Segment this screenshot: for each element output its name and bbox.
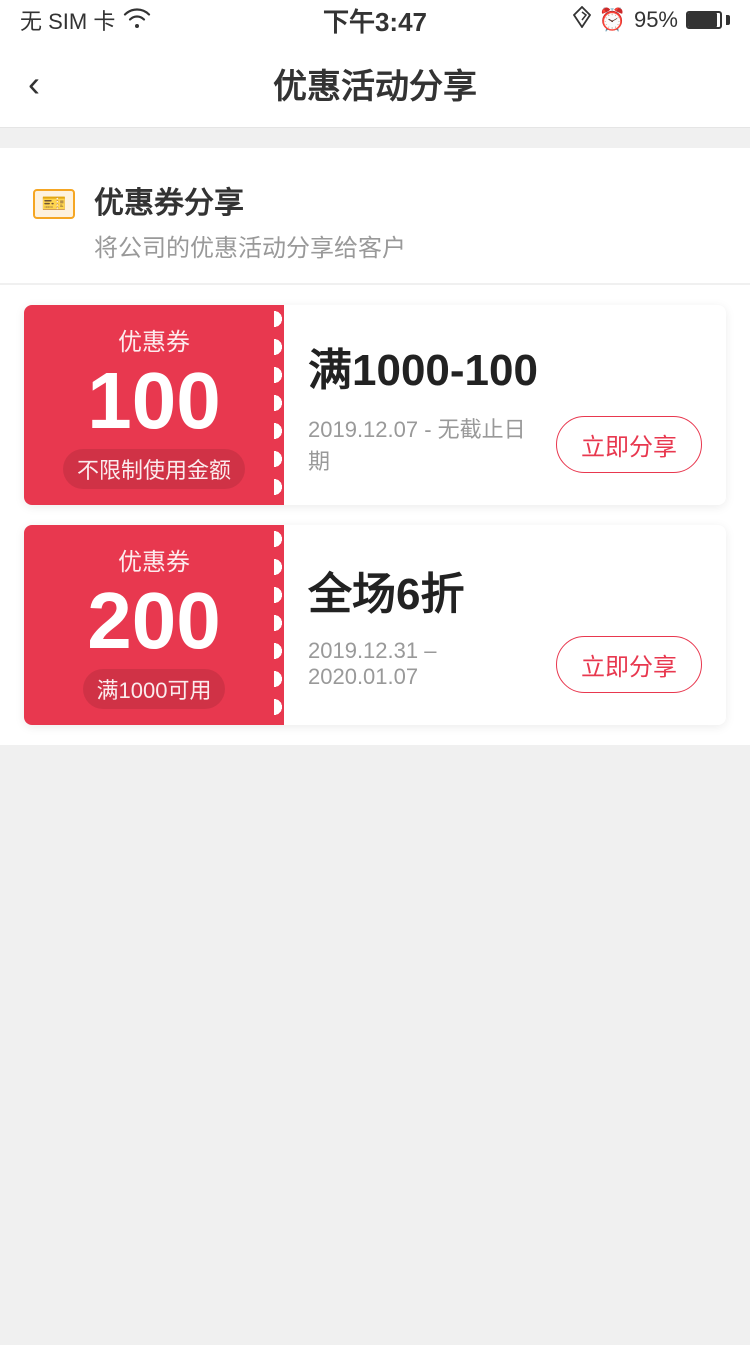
nav-bar: ‹ 优惠活动分享 bbox=[0, 40, 750, 128]
share-button-2[interactable]: 立即分享 bbox=[556, 636, 702, 693]
coupon-date-2: 2019.12.31 – 2020.01.07 bbox=[308, 638, 546, 690]
battery-text: 95% bbox=[634, 7, 678, 33]
section-text-group: 优惠券分享 将公司的优惠活动分享给客户 bbox=[94, 178, 406, 263]
carrier-text: 无 SIM 卡 bbox=[20, 4, 115, 36]
coupon-name-2: 全场6折 bbox=[308, 558, 702, 622]
coupon-condition-1: 不限制使用金额 bbox=[63, 449, 245, 489]
section-header: 🎫 优惠券分享 将公司的优惠活动分享给客户 bbox=[0, 148, 750, 283]
location-icon bbox=[573, 6, 591, 34]
coupon-card: 优惠券 100 不限制使用金额 满1000-100 2019.12.07 - 无… bbox=[24, 305, 726, 505]
coupon-date-row-2: 2019.12.31 – 2020.01.07 立即分享 bbox=[308, 636, 702, 693]
coupon-date-1: 2019.12.07 - 无截止日期 bbox=[308, 412, 546, 476]
coupon-date-row-1: 2019.12.07 - 无截止日期 立即分享 bbox=[308, 412, 702, 476]
alarm-icon: ⏰ bbox=[599, 7, 626, 33]
coupon-name-1: 满1000-100 bbox=[308, 334, 702, 398]
coupon-amount-2: 200 bbox=[87, 581, 220, 661]
battery-icon bbox=[686, 11, 730, 29]
coupon-amount-1: 100 bbox=[87, 361, 220, 441]
section-title: 优惠券分享 bbox=[94, 178, 406, 222]
bottom-area bbox=[0, 745, 750, 1345]
coupon-icon: 🎫 bbox=[30, 180, 78, 228]
page-title: 优惠活动分享 bbox=[273, 59, 477, 108]
back-button[interactable]: ‹ bbox=[28, 63, 40, 105]
svg-text:🎫: 🎫 bbox=[42, 193, 67, 215]
coupon-condition-2: 满1000可用 bbox=[83, 669, 226, 709]
coupon-list: 优惠券 100 不限制使用金额 满1000-100 2019.12.07 - 无… bbox=[0, 285, 750, 745]
coupon-label-1: 优惠券 bbox=[118, 322, 190, 357]
coupon-right-panel-1: 满1000-100 2019.12.07 - 无截止日期 立即分享 bbox=[284, 305, 726, 505]
status-left: 无 SIM 卡 bbox=[20, 4, 151, 36]
wifi-icon bbox=[123, 6, 151, 34]
coupon-right-panel-2: 全场6折 2019.12.31 – 2020.01.07 立即分享 bbox=[284, 525, 726, 725]
time-display: 下午3:47 bbox=[323, 2, 427, 39]
coupon-left-panel-2: 优惠券 200 满1000可用 bbox=[24, 525, 284, 725]
coupon-left-panel: 优惠券 100 不限制使用金额 bbox=[24, 305, 284, 505]
share-button-1[interactable]: 立即分享 bbox=[556, 416, 702, 473]
section-subtitle: 将公司的优惠活动分享给客户 bbox=[94, 228, 406, 263]
status-bar: 无 SIM 卡 下午3:47 ⏰ 95% bbox=[0, 0, 750, 40]
coupon-label-2: 优惠券 bbox=[118, 542, 190, 577]
status-right: ⏰ 95% bbox=[573, 6, 730, 34]
coupon-card-2: 优惠券 200 满1000可用 全场6折 2019.12.31 – 2020.0… bbox=[24, 525, 726, 725]
